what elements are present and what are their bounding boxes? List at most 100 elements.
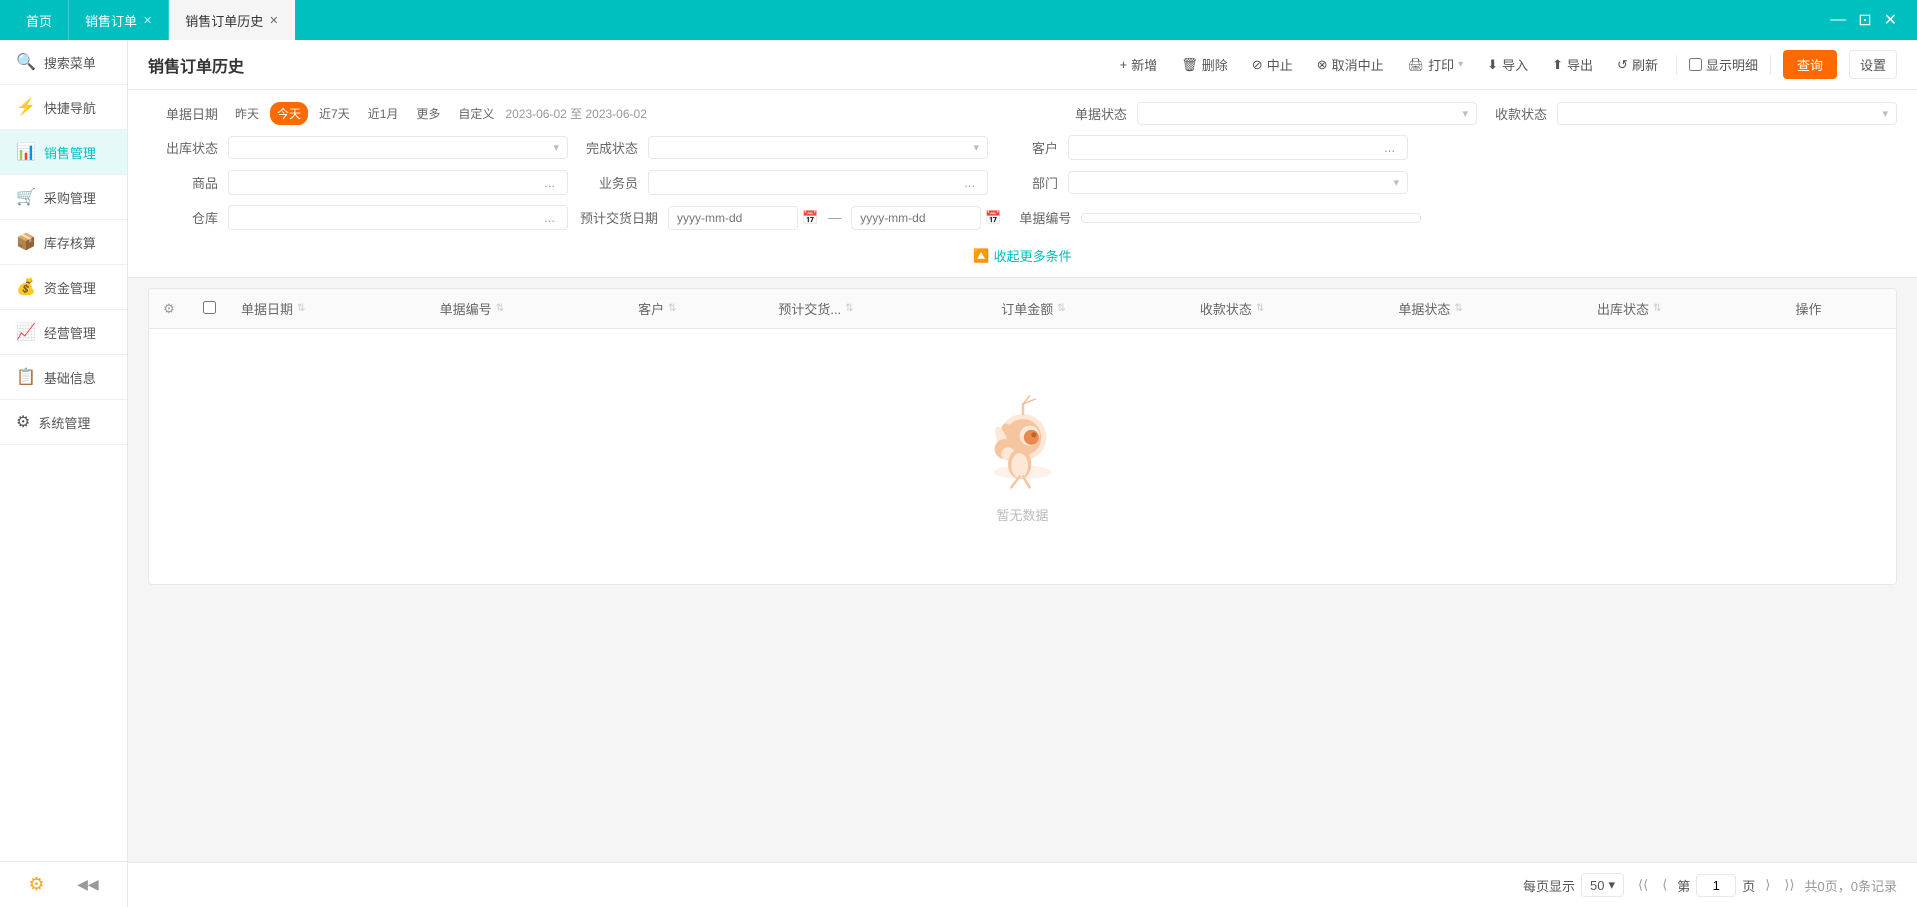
payment-status-select[interactable]: ▾ (1557, 102, 1897, 125)
first-page-button[interactable]: ⟨⟨ (1634, 875, 1652, 895)
prev-page-button[interactable]: ⟨ (1658, 875, 1671, 895)
collapse-bar[interactable]: 🔼 收起更多条件 (148, 240, 1897, 265)
sidebar-item-quick-nav-label: 快捷导航 (44, 98, 96, 117)
salesman-input[interactable]: ... (648, 170, 988, 195)
last-page-button[interactable]: ⟩⟩ (1780, 875, 1798, 895)
customer-label: 客户 (988, 138, 1068, 157)
sidebar-item-inventory[interactable]: 📦 库存核算 (0, 220, 127, 265)
ops-mgmt-icon: 📈 (16, 322, 36, 342)
sidebar-item-search-menu[interactable]: 🔍 搜索菜单 (0, 40, 127, 85)
settings-button[interactable]: 设置 (1849, 50, 1897, 79)
cancel-stop-button[interactable]: ⊗ 取消中止 (1311, 51, 1390, 78)
next-page-button[interactable]: ⟩ (1761, 875, 1774, 895)
th-order-status: 单据状态 ⇅ (1386, 289, 1585, 329)
pagination-bar: 每页显示 50 ▾ ⟨⟨ ⟨ 第 页 ⟩ ⟩⟩ 共0页，0条记录 (128, 862, 1917, 907)
goods-input[interactable]: ... (228, 170, 568, 195)
date-btn-more[interactable]: 更多 (409, 102, 447, 125)
delivery-date-end[interactable] (851, 206, 981, 230)
date-btn-yesterday[interactable]: 昨天 (228, 102, 266, 125)
warehouse-input[interactable]: ... (228, 205, 568, 230)
refresh-button[interactable]: ↺ 刷新 (1611, 51, 1664, 78)
sort-number-icon[interactable]: ⇅ (496, 303, 504, 314)
out-status-label: 出库状态 (148, 138, 228, 157)
sort-date-icon[interactable]: ⇅ (297, 303, 305, 314)
date-btn-7days[interactable]: 近7天 (312, 102, 357, 125)
export-button[interactable]: ⬆ 导出 (1546, 51, 1599, 78)
sidebar-item-sales-mgmt[interactable]: 📊 销售管理 (0, 130, 127, 175)
page-title: 销售订单历史 (148, 53, 244, 77)
page-size-box[interactable]: 50 ▾ (1581, 873, 1624, 897)
sidebar-settings-icon[interactable]: ⚙ (28, 874, 44, 895)
sidebar-item-purchase-mgmt[interactable]: 🛒 采购管理 (0, 175, 127, 220)
base-info-icon: 📋 (16, 367, 36, 387)
tab-sales-order[interactable]: 销售订单 ✕ (69, 0, 169, 40)
window-minimize-icon[interactable]: — (1830, 11, 1846, 29)
tab-sales-order-history[interactable]: 销售订单历史 ✕ (169, 0, 295, 40)
order-status-chevron-icon: ▾ (1462, 107, 1468, 120)
window-restore-icon[interactable]: ⊡ (1858, 10, 1871, 30)
sidebar-collapse-icon[interactable]: ◀◀ (77, 876, 99, 893)
query-button[interactable]: 查询 (1783, 50, 1837, 79)
sidebar-item-base-info[interactable]: 📋 基础信息 (0, 355, 127, 400)
tab-sales-order-close[interactable]: ✕ (143, 14, 152, 27)
sidebar-item-ops-mgmt[interactable]: 📈 经营管理 (0, 310, 127, 355)
new-button[interactable]: + 新增 (1114, 51, 1164, 78)
table-settings-header[interactable]: ⚙ (149, 289, 189, 329)
show-detail-input[interactable] (1689, 58, 1702, 71)
stop-button[interactable]: ⊘ 中止 (1246, 51, 1299, 78)
filter-row-4: 仓库 ... 预计交货日期 📅 — 📅 单据编号 (148, 205, 1897, 230)
refresh-icon: ↺ (1617, 57, 1628, 73)
sort-out-status-icon[interactable]: ⇅ (1653, 303, 1661, 314)
dept-label: 部门 (988, 173, 1068, 192)
sort-customer-icon[interactable]: ⇅ (668, 303, 676, 314)
sort-delivery-icon[interactable]: ⇅ (845, 303, 853, 314)
show-detail-checkbox[interactable]: 显示明细 (1689, 55, 1758, 74)
goods-dots-icon[interactable]: ... (540, 175, 559, 190)
filter-row-2: 出库状态 ▾ 完成状态 ▾ 客户 ... (148, 135, 1897, 160)
customer-dots-icon[interactable]: ... (1380, 140, 1399, 155)
date-btn-custom[interactable]: 自定义 (451, 102, 501, 125)
sales-mgmt-icon: 📊 (16, 142, 36, 162)
delivery-date-start[interactable] (668, 206, 798, 230)
page-input[interactable] (1696, 874, 1736, 897)
filter-area: 单据日期 昨天 今天 近7天 近1月 更多 自定义 2023-06-02 至 2… (128, 90, 1917, 278)
date-range-display: 2023-06-02 至 2023-06-02 (505, 105, 646, 122)
sidebar-item-sys-mgmt[interactable]: ⚙ 系统管理 (0, 400, 127, 445)
sidebar-item-capital-mgmt[interactable]: 💰 资金管理 (0, 265, 127, 310)
date-btn-today[interactable]: 今天 (270, 102, 308, 125)
calendar-start-icon[interactable]: 📅 (802, 210, 818, 226)
delete-button[interactable]: 🗑 删除 (1175, 51, 1234, 78)
empty-illustration (973, 389, 1073, 489)
window-close-icon[interactable]: ✕ (1884, 10, 1897, 30)
date-btn-1month[interactable]: 近1月 (361, 102, 406, 125)
out-status-select[interactable]: ▾ (228, 136, 568, 159)
top-bar: 首页 销售订单 ✕ 销售订单历史 ✕ — ⊡ ✕ (0, 0, 1917, 40)
table-settings-icon[interactable]: ⚙ (163, 301, 175, 316)
sidebar-item-quick-nav[interactable]: ⚡ 快捷导航 (0, 85, 127, 130)
table-checkbox-header[interactable] (189, 289, 229, 329)
collapse-label: 收起更多条件 (994, 246, 1072, 265)
import-button[interactable]: ⬇ 导入 (1481, 51, 1534, 78)
sort-payment-status-icon[interactable]: ⇅ (1256, 303, 1264, 314)
select-all-checkbox[interactable] (203, 301, 216, 314)
sys-mgmt-icon: ⚙ (16, 412, 30, 432)
th-customer: 客户 ⇅ (626, 289, 766, 329)
dept-select[interactable]: ▾ (1068, 171, 1408, 194)
salesman-dots-icon[interactable]: ... (960, 175, 979, 190)
print-button[interactable]: 🖨 打印 ▾ (1402, 51, 1470, 78)
sidebar-item-sys-mgmt-label: 系统管理 (38, 413, 90, 432)
tab-sales-order-history-label: 销售订单历史 (185, 11, 263, 30)
complete-status-select[interactable]: ▾ (648, 136, 988, 159)
doc-number-input[interactable] (1081, 213, 1421, 223)
warehouse-dots-icon[interactable]: ... (540, 210, 559, 225)
tab-sales-order-history-close[interactable]: ✕ (269, 14, 278, 27)
page-unit: 页 (1742, 876, 1755, 895)
sidebar-item-base-info-label: 基础信息 (44, 368, 96, 387)
sort-amount-icon[interactable]: ⇅ (1057, 303, 1065, 314)
th-amount: 订单金额 ⇅ (989, 289, 1188, 329)
customer-input[interactable]: ... (1068, 135, 1408, 160)
sort-order-status-icon[interactable]: ⇅ (1454, 303, 1462, 314)
order-status-select[interactable]: ▾ (1137, 102, 1477, 125)
tab-home[interactable]: 首页 (10, 0, 69, 40)
calendar-end-icon[interactable]: 📅 (985, 210, 1001, 226)
